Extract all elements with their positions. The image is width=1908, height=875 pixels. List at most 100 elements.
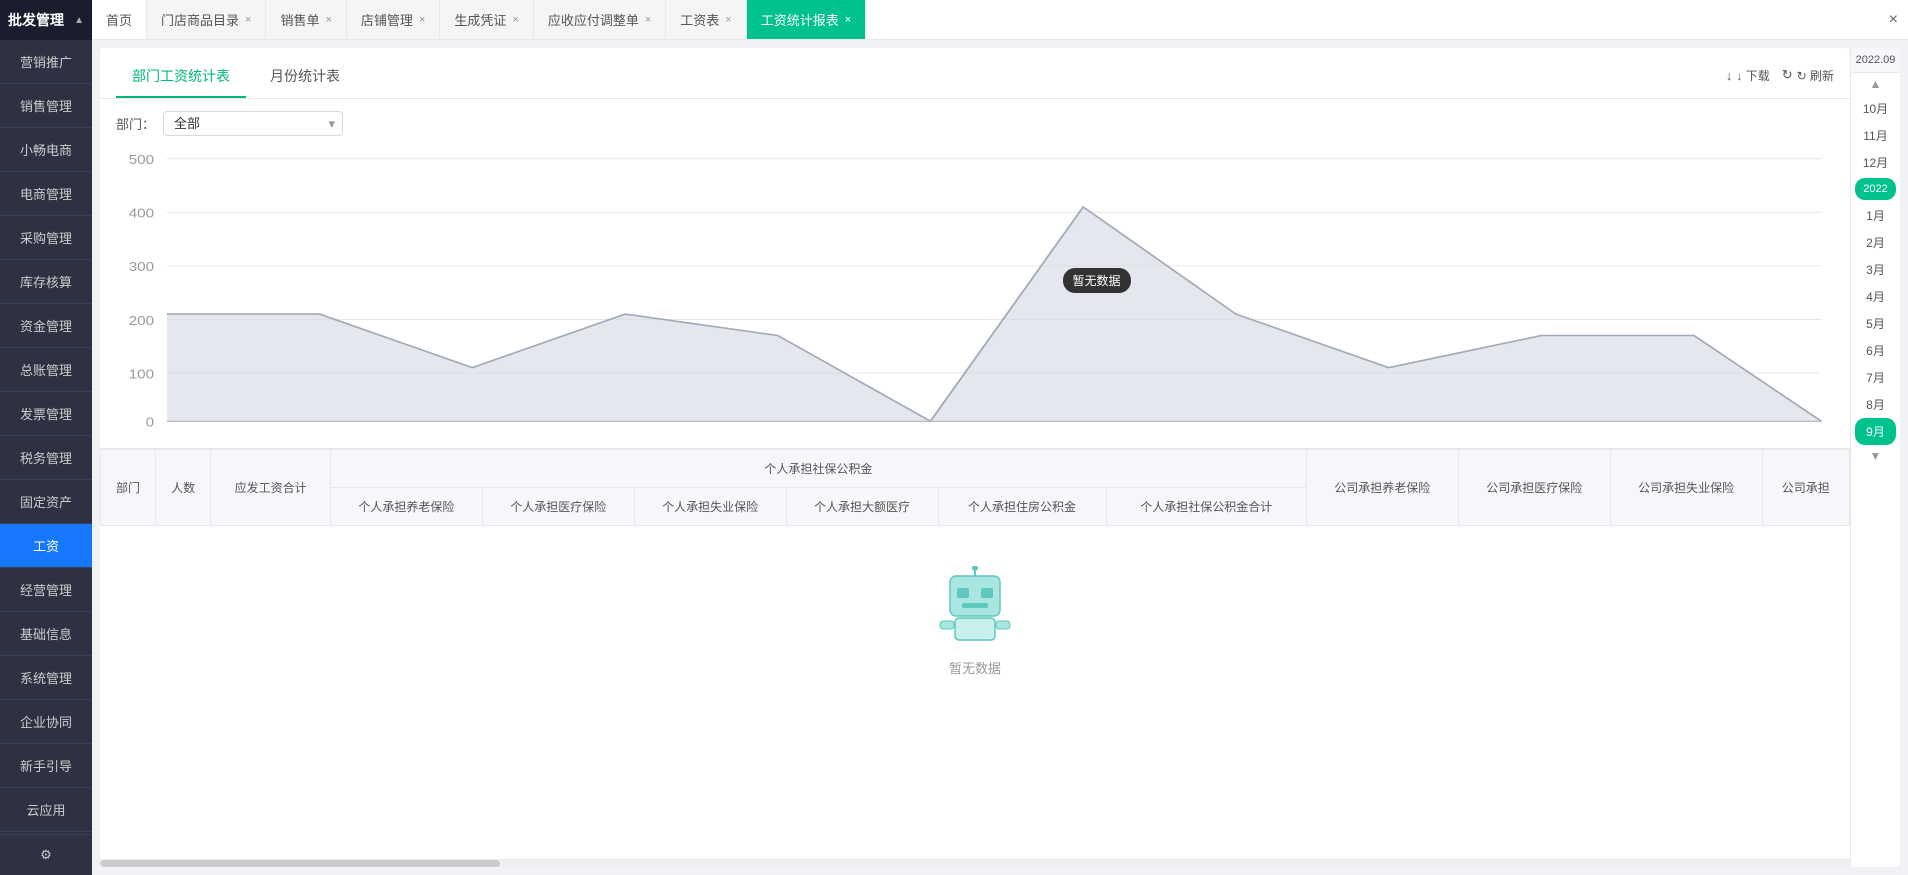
top-tab-首页[interactable]: 首页 [92,0,147,39]
sidebar-item-工资[interactable]: 工资 [0,524,92,568]
sidebar-item-小畅电商[interactable]: 小畅电商 [0,128,92,172]
sidebar-item-电商管理[interactable]: 电商管理 [0,172,92,216]
sidebar-item-税务管理[interactable]: 税务管理 [0,436,92,480]
right-panel-month-12月[interactable]: 12月 [1851,149,1900,176]
right-panel-month-9月[interactable]: 9月 [1855,418,1896,445]
right-panel-month-8月[interactable]: 8月 [1851,391,1900,418]
table-scrollbar-thumb[interactable] [100,860,500,867]
right-panel-year-label: 2022.09 [1851,48,1900,73]
top-tab-label: 首页 [106,10,132,29]
sidebar-item-总账管理[interactable]: 总账管理 [0,348,92,392]
sidebar-item-销售管理[interactable]: 销售管理 [0,84,92,128]
department-filter-wrap: 全部 [163,111,343,136]
refresh-button[interactable]: ↻ ↻ 刷新 [1782,67,1834,84]
top-tab-店铺管理[interactable]: 店铺管理× [347,0,440,39]
tab-close-icon[interactable]: × [419,14,425,26]
right-panel-month-5月[interactable]: 5月 [1851,310,1900,337]
top-tab-label: 生成凭证 [454,10,506,29]
right-panel-up-arrow[interactable]: ▲ [1851,73,1900,95]
svg-text:100: 100 [129,367,155,382]
sidebar-item-库存核算[interactable]: 库存核算 [0,260,92,304]
download-button[interactable]: ↓ ↓ 下载 [1726,67,1770,84]
top-tab-应收应付调整单[interactable]: 应收应付调整单 × [534,0,666,39]
sidebar-item-系统管理[interactable]: 系统管理 [0,656,92,700]
right-panel-month-3月[interactable]: 3月 [1851,256,1900,283]
top-tab-label: 销售单 [280,10,319,29]
right-panel-month-2月[interactable]: 2月 [1851,229,1900,256]
filter-bar: 部门： 全部 [100,99,1850,148]
sidebar: 批发管理 ▲ 营销推广销售管理小畅电商电商管理采购管理库存核算资金管理总账管理发… [0,0,92,875]
department-select[interactable]: 全部 [163,111,343,136]
right-panel-month-11月[interactable]: 11月 [1851,122,1900,149]
main-area: 首页门店商品目录×销售单×店铺管理×生成凭证×应收应付调整单×工资表×工资统计报… [92,0,1908,875]
tab-close-icon[interactable]: × [845,14,851,26]
th-personal-housing-fund: 个人承担住房公积金 [938,488,1106,526]
sidebar-item-新手引导[interactable]: 新手引导 [0,744,92,788]
top-tab-工资表[interactable]: 工资表 × [666,0,746,39]
th-personal-total: 个人承担社保公积金合计 [1106,488,1306,526]
th-personal-pension: 个人承担养老保险 [330,488,482,526]
sidebar-item-经营管理[interactable]: 经营管理 [0,568,92,612]
sidebar-header[interactable]: 批发管理 ▲ [0,0,92,40]
sidebar-item-固定资产[interactable]: 固定资产 [0,480,92,524]
sidebar-settings-button[interactable]: ⚙ [0,834,92,875]
top-tab-label: 门店商品目录 [161,10,239,29]
sidebar-item-资金管理[interactable]: 资金管理 [0,304,92,348]
data-table: 部门 人数 应发工资合计 个人承担社保公积金 公司承担养老保险 公司承担医疗保险… [100,449,1850,526]
right-panel-month-7月[interactable]: 7月 [1851,364,1900,391]
sub-tabs-actions: ↓ ↓ 下载 ↻ ↻ 刷新 [1726,67,1834,92]
gear-icon: ⚙ [40,847,52,862]
table-scrollbar[interactable] [100,859,1850,867]
th-personal-group: 个人承担社保公积金 [330,450,1306,488]
th-personal-large-medical: 个人承担大额医疗 [786,488,938,526]
th-personal-medical: 个人承担医疗保险 [482,488,634,526]
right-panel-down-arrow[interactable]: ▼ [1851,445,1900,467]
top-tab-销售单[interactable]: 销售单 × [266,0,346,39]
th-company-medical: 公司承担医疗保险 [1458,450,1610,526]
department-filter-label: 部门： [116,114,155,133]
svg-text:0: 0 [146,415,155,430]
top-tab-label: 工资表 [680,10,719,29]
close-all-tabs-button[interactable]: × [1889,11,1898,29]
sidebar-items: 营销推广销售管理小畅电商电商管理采购管理库存核算资金管理总账管理发票管理税务管理… [0,40,92,832]
tab-close-icon[interactable]: × [645,14,651,26]
sub-tab-月份统计表[interactable]: 月份统计表 [254,60,356,98]
sidebar-item-企业协同[interactable]: 企业协同 [0,700,92,744]
refresh-icon: ↻ [1782,67,1793,83]
sidebar-collapse-icon[interactable]: ▲ [74,15,84,26]
right-panel-months: 10月11月12月20221月2月3月4月5月6月7月8月9月 [1851,95,1900,445]
right-panel: 2022.09 ▲ 10月11月12月20221月2月3月4月5月6月7月8月9… [1850,48,1900,867]
content-area: 部门工资统计表月份统计表 ↓ ↓ 下载 ↻ ↻ 刷新 部门： [92,40,1908,875]
th-company-pension: 公司承担养老保险 [1306,450,1458,526]
no-data-illustration [935,566,1015,646]
top-tab-工资统计报表[interactable]: 工资统计报表 × [747,0,866,39]
right-panel-month-1月[interactable]: 1月 [1851,202,1900,229]
right-panel-month-6月[interactable]: 6月 [1851,337,1900,364]
svg-text:500: 500 [129,152,155,167]
top-tab-label: 工资统计报表 [761,10,839,29]
top-tab-label: 应收应付调整单 [548,10,639,29]
tab-close-icon[interactable]: × [325,14,331,26]
svg-text:400: 400 [129,206,155,221]
top-tab-生成凭证[interactable]: 生成凭证 × [440,0,533,39]
sidebar-item-采购管理[interactable]: 采购管理 [0,216,92,260]
chart-tooltip: 暂无数据 [1063,268,1131,293]
right-panel-month-10月[interactable]: 10月 [1851,95,1900,122]
sidebar-title: 批发管理 [8,10,64,30]
sub-tab-部门工资统计表[interactable]: 部门工资统计表 [116,60,246,98]
sidebar-item-发票管理[interactable]: 发票管理 [0,392,92,436]
top-tabs: 首页门店商品目录×销售单×店铺管理×生成凭证×应收应付调整单×工资表×工资统计报… [92,0,1908,40]
tab-close-icon[interactable]: × [245,14,251,26]
th-personal-unemployment: 个人承担失业保险 [634,488,786,526]
tab-close-icon[interactable]: × [512,14,518,26]
sidebar-item-云应用[interactable]: 云应用 [0,788,92,832]
sidebar-item-基础信息[interactable]: 基础信息 [0,612,92,656]
sidebar-item-营销推广[interactable]: 营销推广 [0,40,92,84]
top-tabs-actions: × [1879,11,1908,29]
table-area[interactable]: 部门 人数 应发工资合计 个人承担社保公积金 公司承担养老保险 公司承担医疗保险… [100,448,1850,859]
top-tab-门店商品目录[interactable]: 门店商品目录 × [147,0,266,39]
tab-close-icon[interactable]: × [725,14,731,26]
th-company-unemployment: 公司承担失业保险 [1610,450,1762,526]
right-panel-year-2022[interactable]: 2022 [1855,178,1896,200]
right-panel-month-4月[interactable]: 4月 [1851,283,1900,310]
